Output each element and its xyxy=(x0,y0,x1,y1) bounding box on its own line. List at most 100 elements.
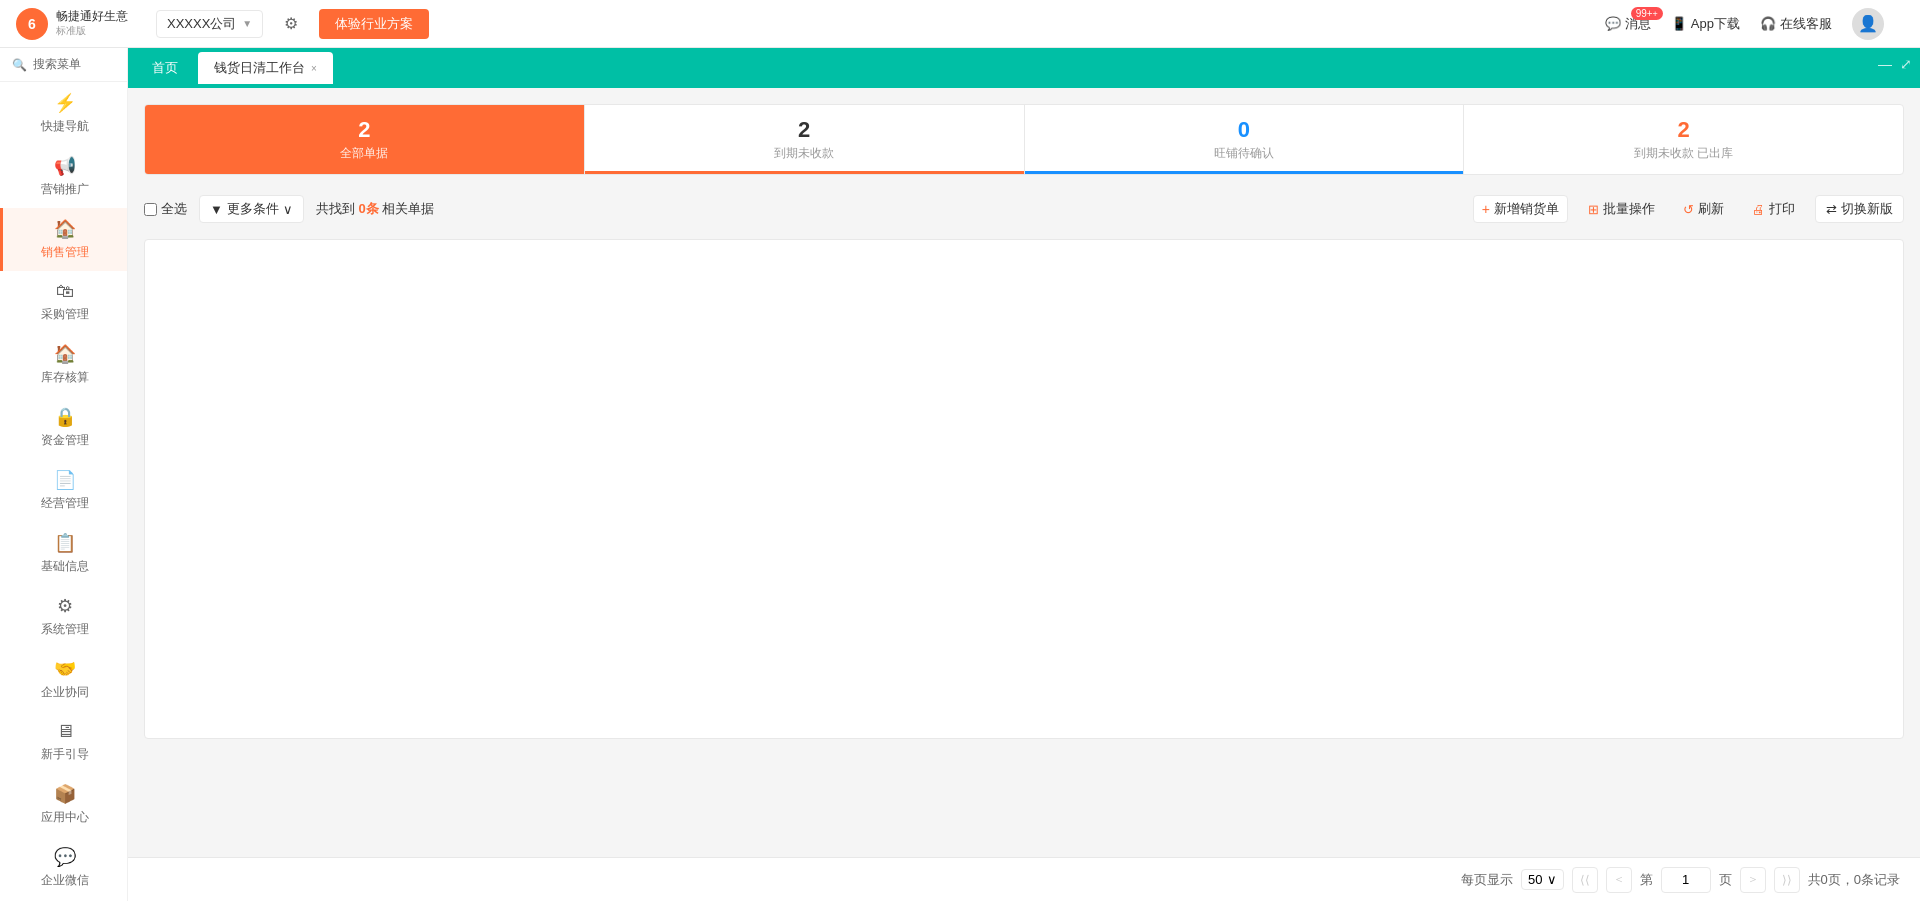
per-page-value: 50 xyxy=(1528,872,1542,887)
filter-label: 更多条件 xyxy=(227,200,279,218)
stat-label-overdue-shipped: 到期未收款 已出库 xyxy=(1484,145,1883,162)
stat-card-pending[interactable]: 0 旺铺待确认 xyxy=(1025,105,1465,174)
header-left: 6 畅捷通好生意 标准版 XXXXX公司 ▼ ⚙ 体验行业方案 xyxy=(16,8,429,40)
enterprise-icon: 🤝 xyxy=(54,658,76,680)
sidebar: 🔍 搜索菜单 ⚡ 快捷导航 📢 营销推广 🏠 销售管理 🛍 采购管理 🏠 库存核… xyxy=(0,48,128,901)
company-selector[interactable]: XXXXX公司 ▼ xyxy=(156,10,263,38)
sidebar-item-guide[interactable]: 🖥 新手引导 xyxy=(0,711,127,773)
sidebar-item-finance[interactable]: 🔒 资金管理 xyxy=(0,396,127,459)
wechat-work-icon: 💬 xyxy=(54,846,76,868)
settings-icon-btn[interactable]: ⚙ xyxy=(275,8,307,40)
add-sale-label: 新增销货单 xyxy=(1494,200,1559,218)
avatar[interactable]: 👤 xyxy=(1852,8,1884,40)
refresh-button[interactable]: ↺ 刷新 xyxy=(1675,196,1732,222)
page-prev-btn[interactable]: ＜ xyxy=(1606,867,1632,893)
company-name: XXXXX公司 xyxy=(167,15,236,33)
trial-button[interactable]: 体验行业方案 xyxy=(319,9,429,39)
filter-icon: ▼ xyxy=(210,202,223,217)
basic-info-icon: 📋 xyxy=(54,532,76,554)
refresh-label: 刷新 xyxy=(1698,200,1724,218)
stat-number-all: 2 xyxy=(165,117,564,143)
search-icon: 🔍 xyxy=(12,58,27,72)
logo-icon: 6 xyxy=(16,8,48,40)
sidebar-item-label: 应用中心 xyxy=(41,809,89,826)
page-next-btn[interactable]: ＞ xyxy=(1740,867,1766,893)
refresh-icon: ↺ xyxy=(1683,202,1694,217)
stat-card-all[interactable]: 2 全部单据 xyxy=(145,105,585,174)
tab-home[interactable]: 首页 xyxy=(136,52,194,84)
plus-icon: + xyxy=(1482,201,1490,217)
chevron-down-icon: ▼ xyxy=(242,18,252,29)
toolbar: 全选 ▼ 更多条件 ∨ 共找到 0条 相关单据 + 新增销货单 xyxy=(144,187,1904,231)
quick-nav-icon: ⚡ xyxy=(54,92,76,114)
sidebar-item-label: 销售管理 xyxy=(41,244,89,261)
header-right: 💬 消息 99++ 📱 App下载 🎧 在线客服 👤 xyxy=(1605,8,1904,40)
sidebar-item-marketing[interactable]: 📢 营销推广 xyxy=(0,145,127,208)
page-suffix: 页 xyxy=(1719,871,1732,889)
stat-number-overdue: 2 xyxy=(605,117,1004,143)
sidebar-item-system[interactable]: ⚙ 系统管理 xyxy=(0,585,127,648)
app-download-action[interactable]: 📱 App下载 xyxy=(1671,15,1740,33)
found-text: 共找到 0条 相关单据 xyxy=(316,200,434,218)
print-icon: 🖨 xyxy=(1752,202,1765,217)
sidebar-item-inventory[interactable]: 🏠 库存核算 xyxy=(0,333,127,396)
per-page-label: 每页显示 xyxy=(1461,871,1513,889)
batch-button[interactable]: ⊞ 批量操作 xyxy=(1580,196,1663,222)
minimize-icon[interactable]: — xyxy=(1878,56,1892,72)
finance-icon: 🔒 xyxy=(54,406,76,428)
tab-close-icon[interactable]: × xyxy=(311,63,317,74)
sidebar-item-sales[interactable]: 🏠 销售管理 xyxy=(0,208,127,271)
logo-text: 畅捷通好生意 xyxy=(56,9,128,25)
filter-button[interactable]: ▼ 更多条件 ∨ xyxy=(199,195,304,223)
online-service-action[interactable]: 🎧 在线客服 xyxy=(1760,15,1832,33)
sidebar-item-quick-nav[interactable]: ⚡ 快捷导航 xyxy=(0,82,127,145)
sidebar-item-enterprise[interactable]: 🤝 企业协同 xyxy=(0,648,127,711)
messages-action[interactable]: 💬 消息 99++ xyxy=(1605,15,1651,33)
page-first-btn[interactable]: ⟨⟨ xyxy=(1572,867,1598,893)
page-last-btn[interactable]: ⟩⟩ xyxy=(1774,867,1800,893)
add-sale-button[interactable]: + 新增销货单 xyxy=(1473,195,1568,223)
stats-row: 2 全部单据 2 到期未收款 0 旺铺待确认 2 到期未收款 已出库 xyxy=(144,104,1904,175)
stat-number-pending: 0 xyxy=(1045,117,1444,143)
select-all-checkbox[interactable]: 全选 xyxy=(144,200,187,218)
purchase-icon: 🛍 xyxy=(56,281,74,302)
stat-card-overdue-shipped[interactable]: 2 到期未收款 已出库 xyxy=(1464,105,1903,174)
sidebar-item-operations[interactable]: 📄 经营管理 xyxy=(0,459,127,522)
app-download-label: App下载 xyxy=(1691,15,1740,33)
stat-card-overdue[interactable]: 2 到期未收款 xyxy=(585,105,1025,174)
stat-label-overdue: 到期未收款 xyxy=(605,145,1004,162)
sidebar-item-purchase[interactable]: 🛍 采购管理 xyxy=(0,271,127,333)
found-count: 0条 xyxy=(359,201,379,216)
stat-label-pending: 旺铺待确认 xyxy=(1045,145,1444,162)
chevron-down-icon: ∨ xyxy=(283,202,293,217)
switch-button[interactable]: ⇄ 切换新版 xyxy=(1815,195,1904,223)
online-service-label: 在线客服 xyxy=(1780,15,1832,33)
print-button[interactable]: 🖨 打印 xyxy=(1744,196,1803,222)
page-input[interactable] xyxy=(1661,867,1711,893)
logo-badge: 标准版 xyxy=(56,24,128,38)
sidebar-item-label: 采购管理 xyxy=(41,306,89,323)
maximize-icon[interactable]: ⤢ xyxy=(1900,56,1912,72)
logo-area: 6 畅捷通好生意 标准版 xyxy=(16,8,144,40)
toolbar-left: 全选 ▼ 更多条件 ∨ 共找到 0条 相关单据 xyxy=(144,195,434,223)
main-content: 2 全部单据 2 到期未收款 0 旺铺待确认 2 到期未收款 已出库 xyxy=(128,88,1920,901)
sidebar-item-label: 库存核算 xyxy=(41,369,89,386)
batch-label: 批量操作 xyxy=(1603,200,1655,218)
stat-underline-pending xyxy=(1025,171,1464,174)
system-icon: ⚙ xyxy=(57,595,73,617)
sidebar-item-label: 企业微信 xyxy=(41,872,89,889)
switch-icon: ⇄ xyxy=(1826,202,1837,217)
select-all-input[interactable] xyxy=(144,203,157,216)
sidebar-item-label: 营销推广 xyxy=(41,181,89,198)
messages-badge: 99++ xyxy=(1631,7,1663,20)
tab-qianghuo[interactable]: 钱货日清工作台 × xyxy=(198,52,333,84)
sidebar-item-basic-info[interactable]: 📋 基础信息 xyxy=(0,522,127,585)
stat-number-overdue-shipped: 2 xyxy=(1484,117,1883,143)
table-area xyxy=(144,239,1904,739)
sidebar-item-wechat-work[interactable]: 💬 企业微信 xyxy=(0,836,127,899)
sidebar-search[interactable]: 🔍 搜索菜单 xyxy=(0,48,127,82)
sidebar-item-label: 基础信息 xyxy=(41,558,89,575)
sidebar-item-app-center[interactable]: 📦 应用中心 xyxy=(0,773,127,836)
per-page-select[interactable]: 50 ∨ xyxy=(1521,869,1563,890)
sidebar-item-label: 资金管理 xyxy=(41,432,89,449)
